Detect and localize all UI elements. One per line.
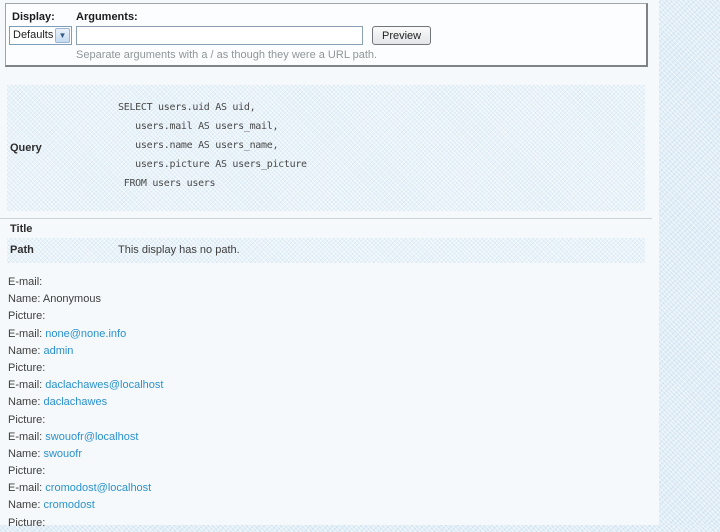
- dropdown-arrow-icon: ▼: [55, 28, 70, 43]
- picture-field-label: Picture:: [8, 310, 46, 323]
- query-label: Query: [10, 142, 42, 154]
- list-item: Name: daclachawes: [8, 394, 648, 411]
- user-name-link[interactable]: daclachawes: [43, 396, 107, 408]
- path-value: This display has no path.: [118, 244, 240, 256]
- user-name-link[interactable]: swouofr: [43, 448, 82, 460]
- email-link[interactable]: cromodost@localhost: [45, 482, 151, 494]
- email-field-label: E-mail:: [8, 327, 43, 340]
- display-label: Display:: [12, 11, 55, 23]
- page-background-band: [659, 0, 720, 525]
- email-field-label: E-mail:: [8, 379, 43, 392]
- picture-field-label: Picture:: [8, 413, 46, 426]
- list-item: E-mail: swouofr@localhost: [8, 429, 648, 446]
- list-item: Picture:: [8, 463, 648, 480]
- title-label: Title: [10, 223, 33, 235]
- title-row: Title: [0, 218, 652, 238]
- name-field-label: Name:: [8, 293, 41, 306]
- preview-button[interactable]: Preview: [372, 26, 432, 45]
- name-field-label: Name:: [8, 344, 41, 357]
- picture-field-label: Picture:: [8, 465, 46, 478]
- query-sql-text: SELECT users.uid AS uid, users.mail AS u…: [118, 102, 307, 189]
- arguments-label: Arguments:: [76, 11, 138, 23]
- list-item: E-mail:: [8, 274, 648, 291]
- list-item: Picture:: [8, 360, 648, 377]
- list-item: Name: admin: [8, 343, 648, 360]
- query-row: Query SELECT users.uid AS uid, users.mai…: [7, 85, 645, 211]
- picture-field-label: Picture:: [8, 516, 46, 529]
- list-item: Picture:: [8, 308, 648, 325]
- email-field-label: E-mail:: [8, 430, 43, 443]
- list-item: Picture:: [8, 515, 648, 532]
- name-field-label: Name:: [8, 447, 41, 460]
- email-field-label: E-mail:: [8, 482, 43, 495]
- list-item: E-mail: cromodost@localhost: [8, 480, 648, 497]
- email-link[interactable]: daclachawes@localhost: [45, 379, 163, 391]
- list-item: Name: swouofr: [8, 446, 648, 463]
- arguments-help-text: Separate arguments with a / as though th…: [76, 49, 378, 61]
- name-value: Anonymous: [42, 293, 101, 306]
- page-content: Display: Defaults ▼ Arguments: Preview S…: [0, 0, 659, 529]
- list-item: E-mail: daclachawes@localhost: [8, 377, 648, 394]
- preview-form-panel: Display: Defaults ▼ Arguments: Preview S…: [5, 3, 648, 67]
- preview-results-list: E-mail: Name: Anonymous Picture: E-mail:…: [8, 274, 648, 532]
- email-link[interactable]: none@none.info: [45, 328, 126, 340]
- email-link[interactable]: swouofr@localhost: [45, 431, 138, 443]
- email-field-label: E-mail:: [8, 276, 43, 288]
- list-item: E-mail: none@none.info: [8, 326, 648, 343]
- arguments-input[interactable]: [76, 26, 363, 45]
- user-name-link[interactable]: admin: [43, 345, 73, 357]
- user-name-link[interactable]: cromodost: [43, 499, 94, 511]
- picture-field-label: Picture:: [8, 361, 46, 374]
- name-field-label: Name:: [8, 396, 41, 409]
- display-select[interactable]: Defaults ▼: [9, 26, 72, 45]
- display-select-value: Defaults: [13, 29, 54, 41]
- list-item: Picture:: [8, 412, 648, 429]
- name-field-label: Name:: [8, 499, 41, 512]
- path-row: Path This display has no path.: [7, 238, 645, 263]
- list-item: Name: Anonymous: [8, 291, 648, 308]
- path-label: Path: [10, 244, 34, 256]
- list-item: Name: cromodost: [8, 497, 648, 514]
